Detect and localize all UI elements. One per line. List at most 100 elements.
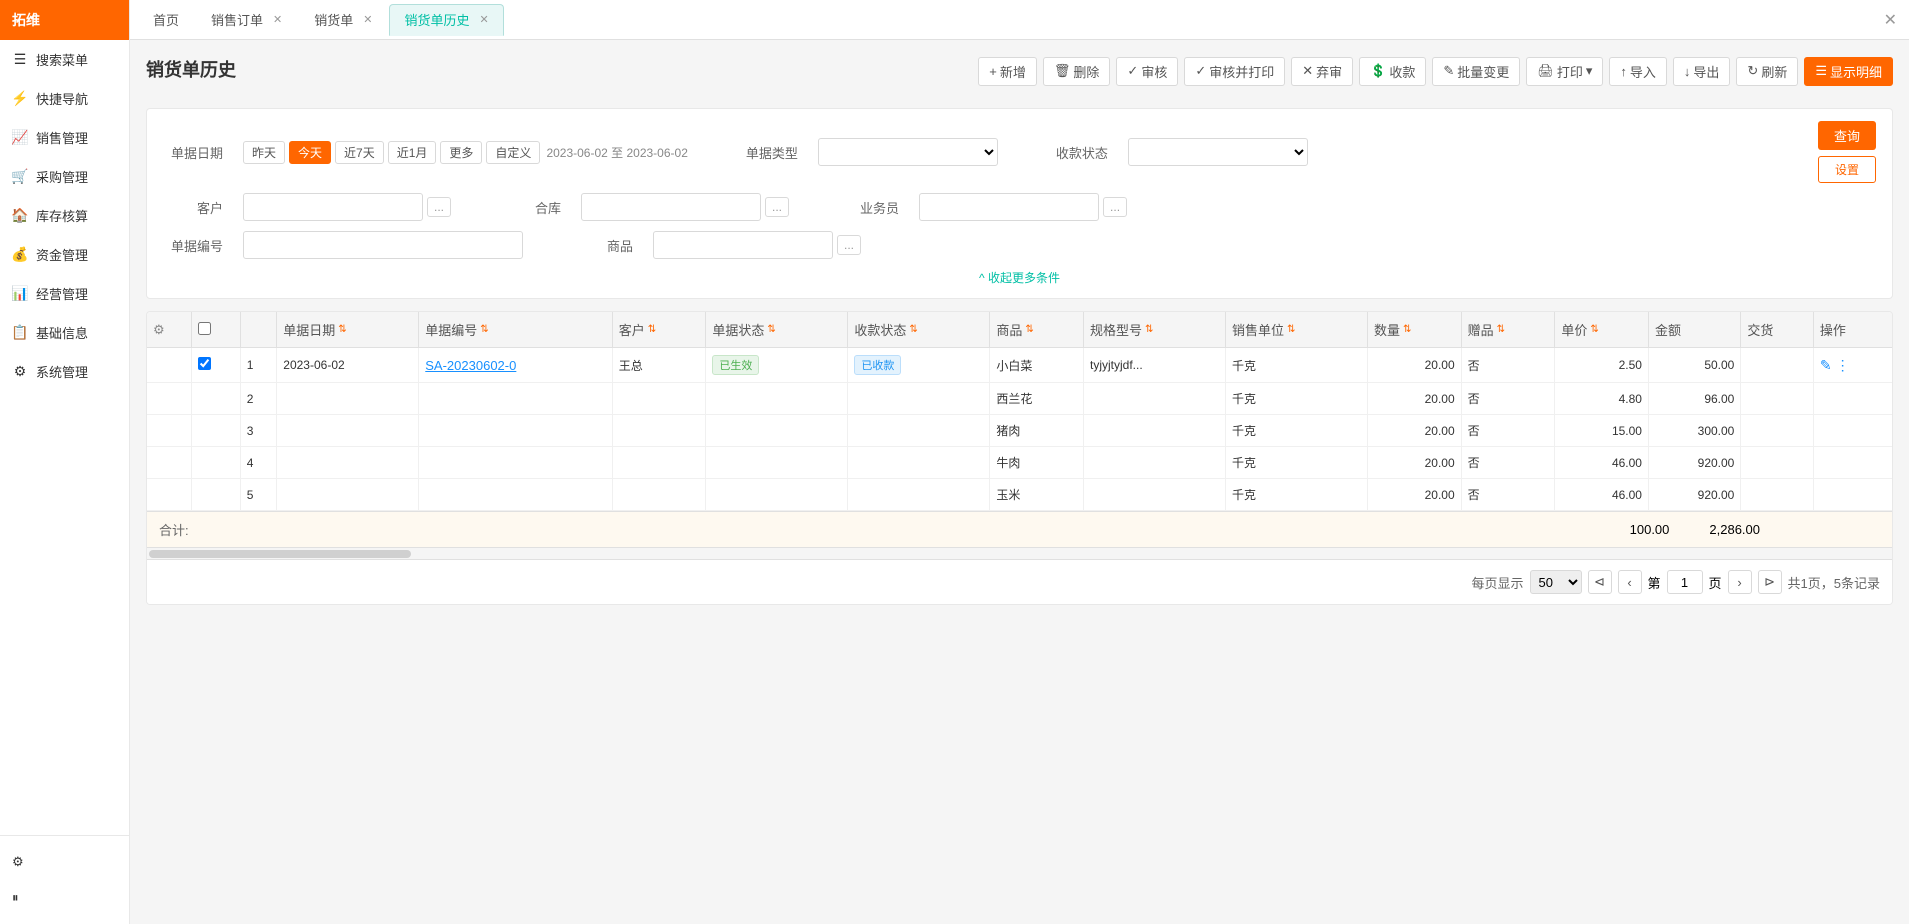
- refresh-button[interactable]: ↻ 刷新: [1736, 57, 1798, 86]
- doc-no-link[interactable]: SA-20230602-0: [425, 358, 516, 373]
- th-doc-no[interactable]: 单据编号 ⇅: [419, 312, 612, 348]
- th-checkbox[interactable]: [192, 312, 240, 348]
- th-payment-status[interactable]: 收款状态 ⇅: [848, 312, 990, 348]
- goods-input[interactable]: [653, 231, 833, 259]
- tab-sales-order[interactable]: 销售订单 ✕: [196, 4, 297, 36]
- audit-button[interactable]: ✓ 审核: [1116, 57, 1178, 86]
- receive-label: 收款: [1389, 62, 1415, 81]
- goods-ellipsis[interactable]: ...: [837, 235, 861, 255]
- customer-ellipsis[interactable]: ...: [427, 197, 451, 217]
- query-button[interactable]: 查询: [1818, 121, 1876, 150]
- td-amount: 300.00: [1648, 415, 1740, 447]
- sort-quantity[interactable]: 数量 ⇅: [1374, 320, 1455, 339]
- th-unit-price[interactable]: 单价 ⇅: [1555, 312, 1649, 348]
- sort-goods[interactable]: 商品 ⇅: [996, 320, 1077, 339]
- first-page-btn[interactable]: ⊲: [1588, 570, 1612, 594]
- warehouse-ellipsis[interactable]: ...: [765, 197, 789, 217]
- receive-button[interactable]: 💲 收款: [1359, 57, 1426, 86]
- td-checkbox[interactable]: [192, 415, 240, 447]
- warehouse-input[interactable]: [581, 193, 761, 221]
- sidebar-item-finance-mgmt[interactable]: 💰 资金管理: [0, 235, 129, 274]
- date-yesterday[interactable]: 昨天: [243, 141, 285, 164]
- date-more[interactable]: 更多: [440, 141, 482, 164]
- sort-date[interactable]: 单据日期 ⇅: [283, 320, 412, 339]
- sidebar-bottom-item1[interactable]: ⚙: [0, 844, 129, 880]
- td-checkbox[interactable]: [192, 348, 240, 383]
- th-quantity[interactable]: 数量 ⇅: [1367, 312, 1461, 348]
- sidebar-item-search-menu[interactable]: ☰ 搜索菜单: [0, 40, 129, 79]
- td-checkbox[interactable]: [192, 479, 240, 511]
- date-last7days[interactable]: 近7天: [335, 141, 384, 164]
- th-unit[interactable]: 销售单位 ⇅: [1225, 312, 1367, 348]
- sidebar-item-purchase-mgmt[interactable]: 🛒 采购管理: [0, 157, 129, 196]
- new-button[interactable]: + 新增: [978, 57, 1037, 86]
- date-custom[interactable]: 自定义: [486, 141, 540, 164]
- prev-page-btn[interactable]: ‹: [1618, 570, 1642, 594]
- td-checkbox[interactable]: [192, 447, 240, 479]
- tab-sales-order-close[interactable]: ✕: [273, 13, 282, 26]
- th-customer[interactable]: 客户 ⇅: [612, 312, 706, 348]
- sidebar-item-ops-mgmt[interactable]: 📊 经营管理: [0, 274, 129, 313]
- doc-number-input[interactable]: [243, 231, 523, 259]
- tab-home[interactable]: 首页: [138, 4, 194, 36]
- sidebar-item-basic-info[interactable]: 📋 基础信息: [0, 313, 129, 352]
- td-gift: 否: [1461, 348, 1555, 383]
- scroll-bar-container[interactable]: [147, 547, 1892, 559]
- sidebar-item-sys-mgmt[interactable]: ⚙ 系统管理: [0, 352, 129, 391]
- sort-doc-no[interactable]: 单据编号 ⇅: [425, 320, 605, 339]
- th-date[interactable]: 单据日期 ⇅: [277, 312, 419, 348]
- date-today[interactable]: 今天: [289, 141, 331, 164]
- import-button[interactable]: ↑ 导入: [1609, 57, 1667, 86]
- sort-unit-price[interactable]: 单价 ⇅: [1561, 320, 1642, 339]
- sort-unit[interactable]: 销售单位 ⇅: [1232, 320, 1361, 339]
- show-detail-button[interactable]: ☰ 显示明细: [1804, 57, 1893, 86]
- td-action: [1813, 383, 1892, 415]
- tab-sales-goods-close[interactable]: ✕: [363, 13, 372, 26]
- page-size-select[interactable]: 50 100: [1530, 570, 1582, 594]
- td-checkbox[interactable]: [192, 383, 240, 415]
- salesperson-input[interactable]: [919, 193, 1099, 221]
- salesperson-ellipsis[interactable]: ...: [1103, 197, 1127, 217]
- edit-icon[interactable]: ✎: [1820, 357, 1832, 374]
- tab-sales-history-close[interactable]: ✕: [480, 13, 489, 26]
- collapse-btn[interactable]: ^ 收起更多条件: [979, 269, 1060, 286]
- th-doc-status[interactable]: 单据状态 ⇅: [706, 312, 848, 348]
- more-icon[interactable]: ⋮: [1836, 357, 1850, 374]
- th-settings[interactable]: ⚙: [147, 312, 192, 348]
- payment-status-select[interactable]: [1128, 138, 1308, 166]
- next-page-btn[interactable]: ›: [1728, 570, 1752, 594]
- audit-print-button[interactable]: ✓ 审核并打印: [1184, 57, 1285, 86]
- delete-button[interactable]: 🗑 删除: [1043, 57, 1111, 86]
- current-page-input[interactable]: [1667, 570, 1703, 594]
- setup-button[interactable]: 设置: [1818, 156, 1876, 183]
- sort-doc-status[interactable]: 单据状态 ⇅: [712, 320, 841, 339]
- batch-change-button[interactable]: ✎ 批量变更: [1432, 57, 1520, 86]
- sidebar-item-quick-nav[interactable]: ⚡ 快捷导航: [0, 79, 129, 118]
- sort-gift[interactable]: 赠品 ⇅: [1468, 320, 1549, 339]
- print-button[interactable]: 🖨 打印 ▾: [1526, 57, 1603, 86]
- customer-input[interactable]: [243, 193, 423, 221]
- abandon-button[interactable]: ✕ 弃审: [1291, 57, 1353, 86]
- last-page-btn[interactable]: ⊳: [1758, 570, 1782, 594]
- sort-spec-icon: ⇅: [1145, 324, 1153, 335]
- select-all-checkbox[interactable]: [198, 322, 211, 335]
- sort-spec[interactable]: 规格型号 ⇅: [1090, 320, 1219, 339]
- scroll-bar[interactable]: [149, 550, 411, 558]
- tab-sales-history[interactable]: 销货单历史 ✕: [389, 4, 503, 36]
- tab-sales-goods[interactable]: 销货单 ✕: [299, 4, 387, 36]
- td-goods: 猪肉: [990, 415, 1084, 447]
- export-button[interactable]: ↓ 导出: [1673, 57, 1731, 86]
- sidebar-bottom-item2[interactable]: ⏸: [0, 880, 129, 916]
- settings-icon[interactable]: ⚙: [153, 322, 165, 337]
- date-last1month[interactable]: 近1月: [388, 141, 437, 164]
- doc-type-select[interactable]: [818, 138, 998, 166]
- sidebar-item-inventory[interactable]: 🏠 库存核算: [0, 196, 129, 235]
- sort-payment-status[interactable]: 收款状态 ⇅: [854, 320, 983, 339]
- filter-row-2: 客户 ... 合库 ... 业务员 ...: [163, 193, 1876, 221]
- th-gift[interactable]: 赠品 ⇅: [1461, 312, 1555, 348]
- sort-customer[interactable]: 客户 ⇅: [619, 320, 700, 339]
- th-spec[interactable]: 规格型号 ⇅: [1084, 312, 1226, 348]
- th-goods[interactable]: 商品 ⇅: [990, 312, 1084, 348]
- window-close-btn[interactable]: ✕: [1880, 10, 1901, 30]
- sidebar-item-sales-mgmt[interactable]: 📈 销售管理: [0, 118, 129, 157]
